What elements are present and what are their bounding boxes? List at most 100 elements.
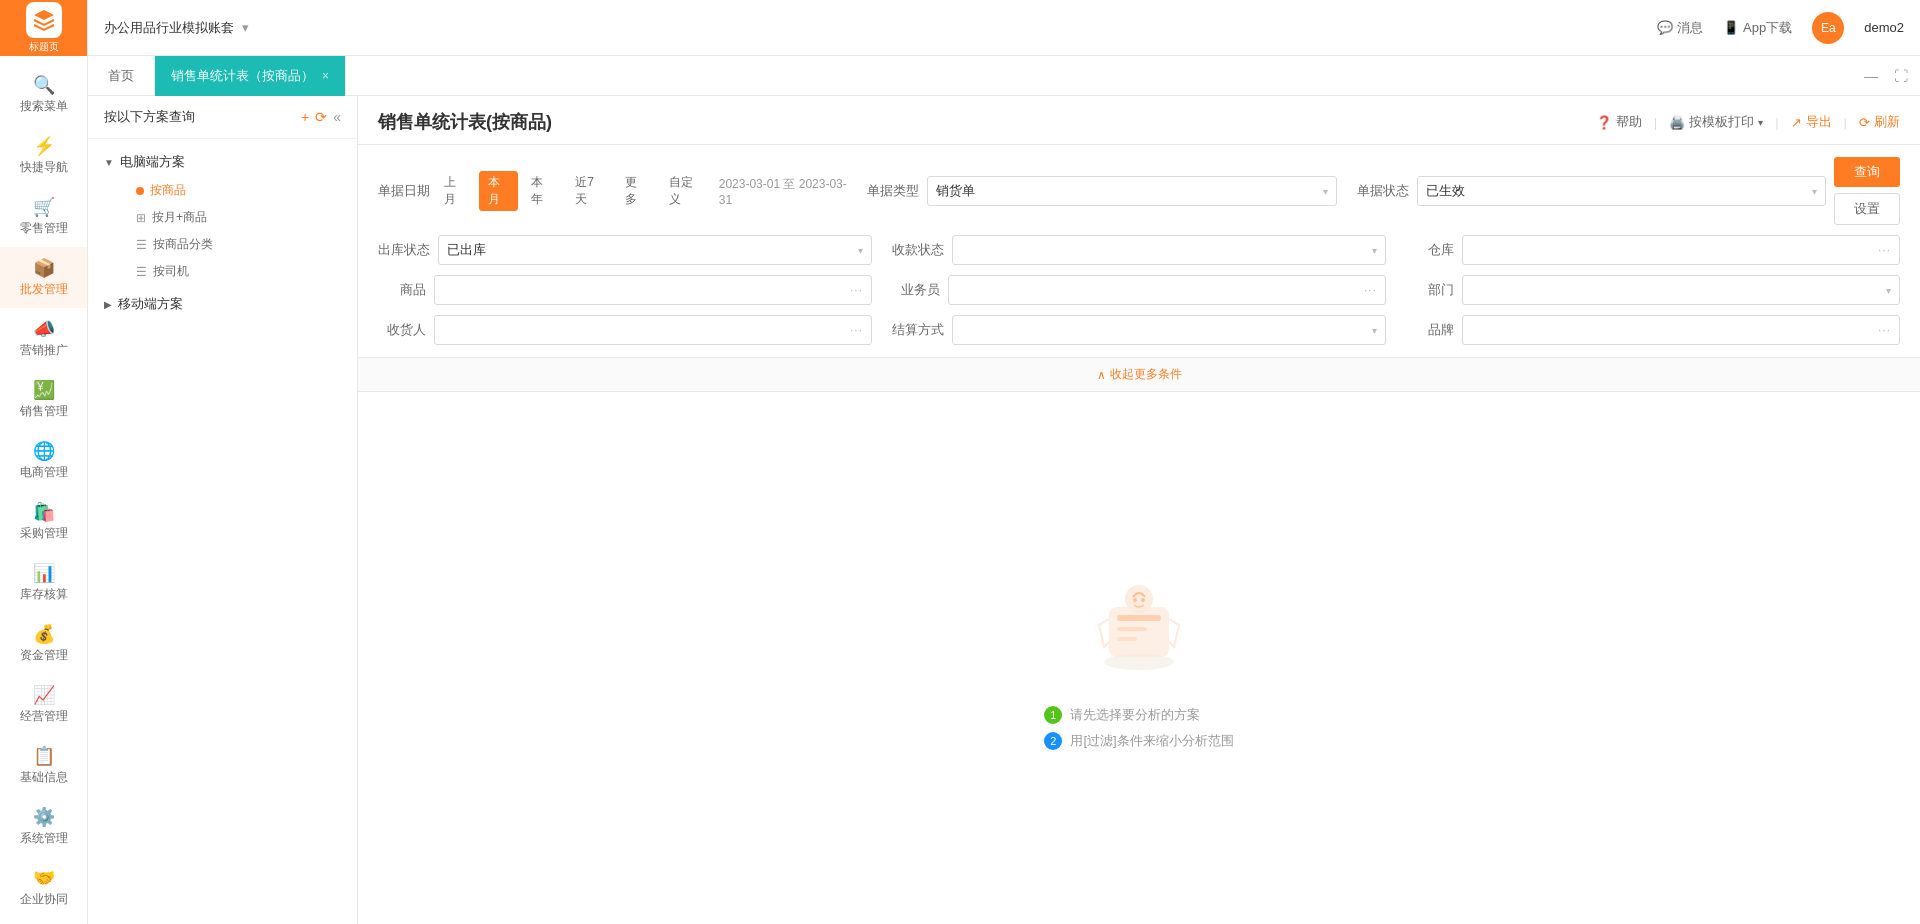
system-icon: ⚙️ [33, 806, 55, 828]
receiver-input[interactable]: ··· [434, 315, 872, 345]
print-icon: 🖨️ [1669, 115, 1685, 130]
doc-status-input[interactable]: 已生效 ▾ [1417, 176, 1826, 206]
date-last-7days[interactable]: 近7天 [566, 171, 612, 211]
tab-maximize-icon[interactable]: ⛶ [1890, 64, 1912, 88]
sidebar-item-label: 经营管理 [20, 708, 68, 725]
sidebar-item-purchase[interactable]: 🛍️ 采购管理 [0, 491, 87, 552]
step-1-num: 1 [1044, 706, 1062, 724]
inventory-icon: 📊 [33, 562, 55, 584]
print-button[interactable]: 🖨️ 按模板打印 ▾ [1669, 113, 1763, 131]
message-button[interactable]: 💬 消息 [1657, 19, 1703, 37]
sidebar-item-system[interactable]: ⚙️ 系统管理 [0, 796, 87, 857]
filter-row-1: 单据日期 上月 本月 本年 近7天 更多 自定义 2023-03-01 至 20… [378, 157, 1900, 225]
settlement-input[interactable]: ▾ [952, 315, 1386, 345]
title-actions: ❓ 帮助 | 🖨️ 按模板打印 ▾ | ↗ 导出 | [1596, 113, 1900, 131]
tree-item-by-cashier[interactable]: ☰ 按司机 [100, 258, 357, 285]
export-icon: ↗ [1791, 115, 1802, 130]
tree-item-label: 按月+商品 [152, 209, 207, 226]
date-this-year[interactable]: 本年 [522, 171, 562, 211]
department-input[interactable]: ▾ [1462, 275, 1900, 305]
empty-illustration [1079, 567, 1199, 706]
date-custom[interactable]: 自定义 [660, 171, 711, 211]
salesperson-input[interactable]: ··· [948, 275, 1386, 305]
sidebar-item-search[interactable]: 🔍 搜索菜单 [0, 64, 87, 125]
filter-settlement: 结算方式 ▾ [892, 315, 1386, 345]
brand-input[interactable]: ··· [1462, 315, 1900, 345]
help-button[interactable]: ❓ 帮助 [1596, 113, 1642, 131]
warehouse-status-value: 已出库 [447, 241, 486, 259]
doc-status-label: 单据状态 [1357, 182, 1417, 200]
tree-item-by-month-product[interactable]: ⊞ 按月+商品 [100, 204, 357, 231]
header-left: 办公用品行业模拟账套 ▾ [104, 19, 249, 37]
tree-expand-icon2: ▶ [104, 299, 112, 310]
add-scheme-button[interactable]: + [301, 109, 309, 125]
avatar-initial: Ea [1821, 21, 1836, 35]
export-button[interactable]: ↗ 导出 [1791, 113, 1832, 131]
basic-icon: 📋 [33, 745, 55, 767]
refresh-scheme-icon[interactable]: ⟳ [315, 109, 327, 125]
warehouse-status-label: 出库状态 [378, 241, 438, 259]
refresh-button[interactable]: ⟳ 刷新 [1859, 113, 1900, 131]
query-button[interactable]: 查询 [1834, 157, 1900, 187]
filter-warehouse: 仓库 ··· [1406, 235, 1900, 265]
warehouse-dots-icon: ··· [1878, 243, 1891, 257]
date-this-month[interactable]: 本月 [479, 171, 519, 211]
tab-home[interactable]: 首页 [88, 56, 155, 96]
tree-item-label: 按商品分类 [153, 236, 213, 253]
empty-step-1: 1 请先选择要分析的方案 [1044, 706, 1233, 724]
collapse-row[interactable]: ∧ 收起更多条件 [358, 358, 1920, 392]
sidebar-item-finance[interactable]: 💰 资金管理 [0, 613, 87, 674]
tree-item-by-category[interactable]: ☰ 按商品分类 [100, 231, 357, 258]
settings-button[interactable]: 设置 [1834, 193, 1900, 225]
divider2: | [1775, 115, 1778, 130]
sidebar-item-enterprise[interactable]: 🤝 企业协同 [0, 857, 87, 918]
tab-active[interactable]: 销售单统计表（按商品） × [155, 56, 346, 96]
tree-item-by-product[interactable]: 按商品 [100, 177, 357, 204]
collapse-label: 收起更多条件 [1110, 366, 1182, 383]
tab-minimize-icon[interactable]: — [1860, 64, 1882, 88]
sidebar-item-label: 资金管理 [20, 647, 68, 664]
logo-text: 标题页 [29, 40, 59, 54]
warehouse-status-input[interactable]: 已出库 ▾ [438, 235, 872, 265]
tree-mobile-group[interactable]: ▶ 移动端方案 [88, 289, 357, 319]
avatar[interactable]: Ea [1812, 12, 1844, 44]
quick-nav-icon: ⚡ [33, 135, 55, 157]
sidebar-item-inventory[interactable]: 📊 库存核算 [0, 552, 87, 613]
sidebar-item-ecom[interactable]: 🌐 电商管理 [0, 430, 87, 491]
tree-group-label: 电脑端方案 [120, 153, 185, 171]
sidebar-item-wholesale[interactable]: 📦 批发管理 [0, 247, 87, 308]
step-1-label: 请先选择要分析的方案 [1070, 706, 1200, 724]
print-dropdown-icon[interactable]: ▾ [1758, 117, 1763, 128]
department-dropdown-icon: ▾ [1886, 285, 1891, 296]
message-icon: 💬 [1657, 20, 1673, 35]
tree-item-label: 按司机 [153, 263, 189, 280]
receiver-label: 收货人 [378, 321, 434, 339]
warehouse-input[interactable]: ··· [1462, 235, 1900, 265]
sidebar-item-basic[interactable]: 📋 基础信息 [0, 735, 87, 796]
tree-desktop-group[interactable]: ▼ 电脑端方案 [88, 147, 357, 177]
date-last-month[interactable]: 上月 [435, 171, 475, 211]
product-input[interactable]: ··· [434, 275, 872, 305]
collapse-panel-icon[interactable]: « [333, 109, 341, 125]
payment-status-input[interactable]: ▾ [952, 235, 1386, 265]
phone-icon: 📱 [1723, 20, 1739, 35]
search-icon: 🔍 [33, 74, 55, 96]
wholesale-icon: 📦 [33, 257, 55, 279]
industry-dropdown-icon[interactable]: ▾ [242, 20, 249, 35]
tab-close-icon[interactable]: × [322, 69, 329, 83]
collapse-button[interactable]: ∧ 收起更多条件 [1097, 366, 1182, 383]
sidebar-item-quick-nav[interactable]: ⚡ 快捷导航 [0, 125, 87, 186]
filter-row-3: 商品 ··· 业务员 ··· [378, 275, 1900, 305]
sidebar-item-operations[interactable]: 📈 经营管理 [0, 674, 87, 735]
list2-icon: ☰ [136, 265, 147, 279]
sidebar-item-retail[interactable]: 🛒 零售管理 [0, 186, 87, 247]
doc-type-input[interactable]: 销货单 ▾ [927, 176, 1336, 206]
sidebar-item-guide[interactable]: 🎯 新手引导 [0, 918, 87, 924]
filter-department: 部门 ▾ [1406, 275, 1900, 305]
refresh-icon: ⟳ [1859, 115, 1870, 130]
empty-state: 1 请先选择要分析的方案 2 用[过滤]条件来缩小分析范围 [358, 392, 1920, 924]
sidebar-item-sales[interactable]: 💹 销售管理 [0, 369, 87, 430]
sidebar-item-marketing[interactable]: 📣 营销推广 [0, 308, 87, 369]
app-download-button[interactable]: 📱 App下载 [1723, 19, 1792, 37]
date-more[interactable]: 更多 [616, 171, 656, 211]
